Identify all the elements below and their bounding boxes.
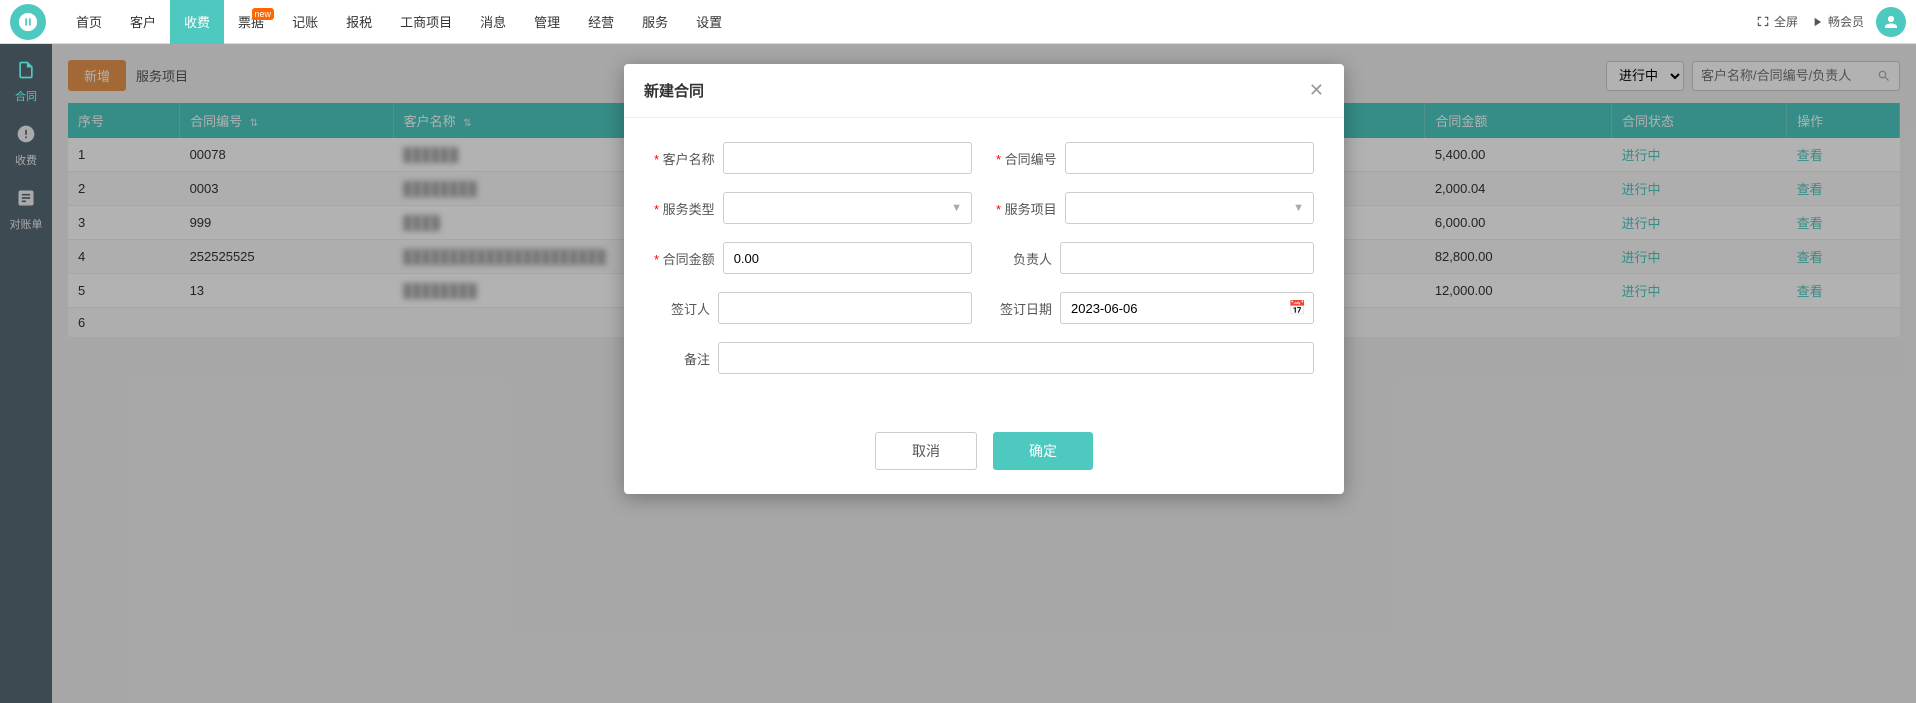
fullscreen-button[interactable]: 全屏 [1756,13,1798,30]
form-row-4: 签订人 签订日期 📅 [654,292,1314,324]
form-row-1: 客户名称 合同编号 [654,142,1314,174]
new-contract-modal: 新建合同 ✕ 客户名称 合同编号 [624,64,1344,494]
modal-title: 新建合同 [644,80,704,101]
service-type-label: 服务类型 [654,199,715,218]
sidebar-charge-label: 收费 [15,152,37,168]
contract-amount-input[interactable] [723,242,972,274]
field-signer: 签订人 [654,292,972,324]
form-row-3: 合同金额 负责人 [654,242,1314,274]
contract-icon [16,60,36,85]
signer-label: 签订人 [654,299,710,318]
nav-home[interactable]: 首页 [62,0,116,44]
contract-no-label: 合同编号 [996,149,1057,168]
sign-date-label: 签订日期 [996,299,1052,318]
nav-service[interactable]: 服务 [628,0,682,44]
calendar-icon[interactable]: 📅 [1289,300,1306,317]
nav-bookkeeping[interactable]: 记账 [278,0,332,44]
field-service-item: 服务项目 ▼ [996,192,1314,224]
new-badge: new [252,8,275,20]
sidebar-item-statement[interactable]: 对账单 [0,180,52,240]
field-customer-name: 客户名称 [654,142,972,174]
modal-overlay: 新建合同 ✕ 客户名称 合同编号 [52,44,1916,703]
nav-settings[interactable]: 设置 [682,0,736,44]
sign-date-input[interactable] [1060,292,1314,324]
remark-label: 备注 [654,349,710,368]
avatar[interactable] [1876,7,1906,37]
sidebar-item-charge[interactable]: 收费 [0,116,52,176]
confirm-button[interactable]: 确定 [993,432,1093,470]
modal-footer: 取消 确定 [624,416,1344,494]
play-icon [1810,15,1824,29]
sidebar-statement-label: 对账单 [10,216,43,232]
contract-amount-label: 合同金额 [654,249,715,268]
nav-operation[interactable]: 经营 [574,0,628,44]
customer-name-label: 客户名称 [654,149,715,168]
service-item-select[interactable] [1065,192,1314,224]
field-contract-no: 合同编号 [996,142,1314,174]
sidebar-item-contract[interactable]: 合同 [0,52,52,112]
fullscreen-icon [1756,15,1770,29]
nav-client[interactable]: 客户 [116,0,170,44]
nav-message[interactable]: 消息 [466,0,520,44]
nav-right-actions: 全屏 畅会员 [1756,7,1906,37]
charge-icon [16,124,36,149]
modal-header: 新建合同 ✕ [624,64,1344,118]
service-type-select[interactable] [723,192,972,224]
field-sign-date: 签订日期 📅 [996,292,1314,324]
service-item-select-wrap: ▼ [1065,192,1314,224]
nav-manage[interactable]: 管理 [520,0,574,44]
field-service-type: 服务类型 ▼ [654,192,972,224]
cancel-button[interactable]: 取消 [875,432,977,470]
top-navigation: 首页 客户 收费 票据 new 记账 报税 工商项目 消息 管理 经营 服务 设… [0,0,1916,44]
form-row-2: 服务类型 ▼ 服务项目 ▼ [654,192,1314,224]
nav-charge[interactable]: 收费 [170,0,224,44]
nav-business[interactable]: 工商项目 [386,0,466,44]
modal-body: 客户名称 合同编号 服务类型 [624,118,1344,416]
contract-no-input[interactable] [1065,142,1314,174]
service-type-select-wrap: ▼ [723,192,972,224]
field-responsible: 负责人 [996,242,1314,274]
statement-icon [16,188,36,213]
field-contract-amount: 合同金额 [654,242,972,274]
field-remark: 备注 [654,342,1314,374]
modal-close-button[interactable]: ✕ [1309,80,1324,101]
user-icon [1882,13,1900,31]
logo-icon [17,11,39,33]
member-button[interactable]: 畅会员 [1810,13,1864,30]
responsible-label: 负责人 [996,249,1052,268]
form-row-5: 备注 [654,342,1314,374]
nav-menu: 首页 客户 收费 票据 new 记账 报税 工商项目 消息 管理 经营 服务 设… [62,0,1756,44]
service-item-label: 服务项目 [996,199,1057,218]
app-logo [10,4,46,40]
nav-tax[interactable]: 报税 [332,0,386,44]
main-content: 新增 服务项目 进行中 已完成 已终止 序号 合同编号 ⇅ [52,44,1916,703]
remark-input[interactable] [718,342,1314,374]
sidebar-contract-label: 合同 [15,88,37,104]
customer-name-input[interactable] [723,142,972,174]
left-sidebar: 合同 收费 对账单 [0,44,52,703]
signer-input[interactable] [718,292,972,324]
nav-invoice[interactable]: 票据 new [224,0,278,44]
sign-date-wrap: 📅 [1060,292,1314,324]
responsible-input[interactable] [1060,242,1314,274]
